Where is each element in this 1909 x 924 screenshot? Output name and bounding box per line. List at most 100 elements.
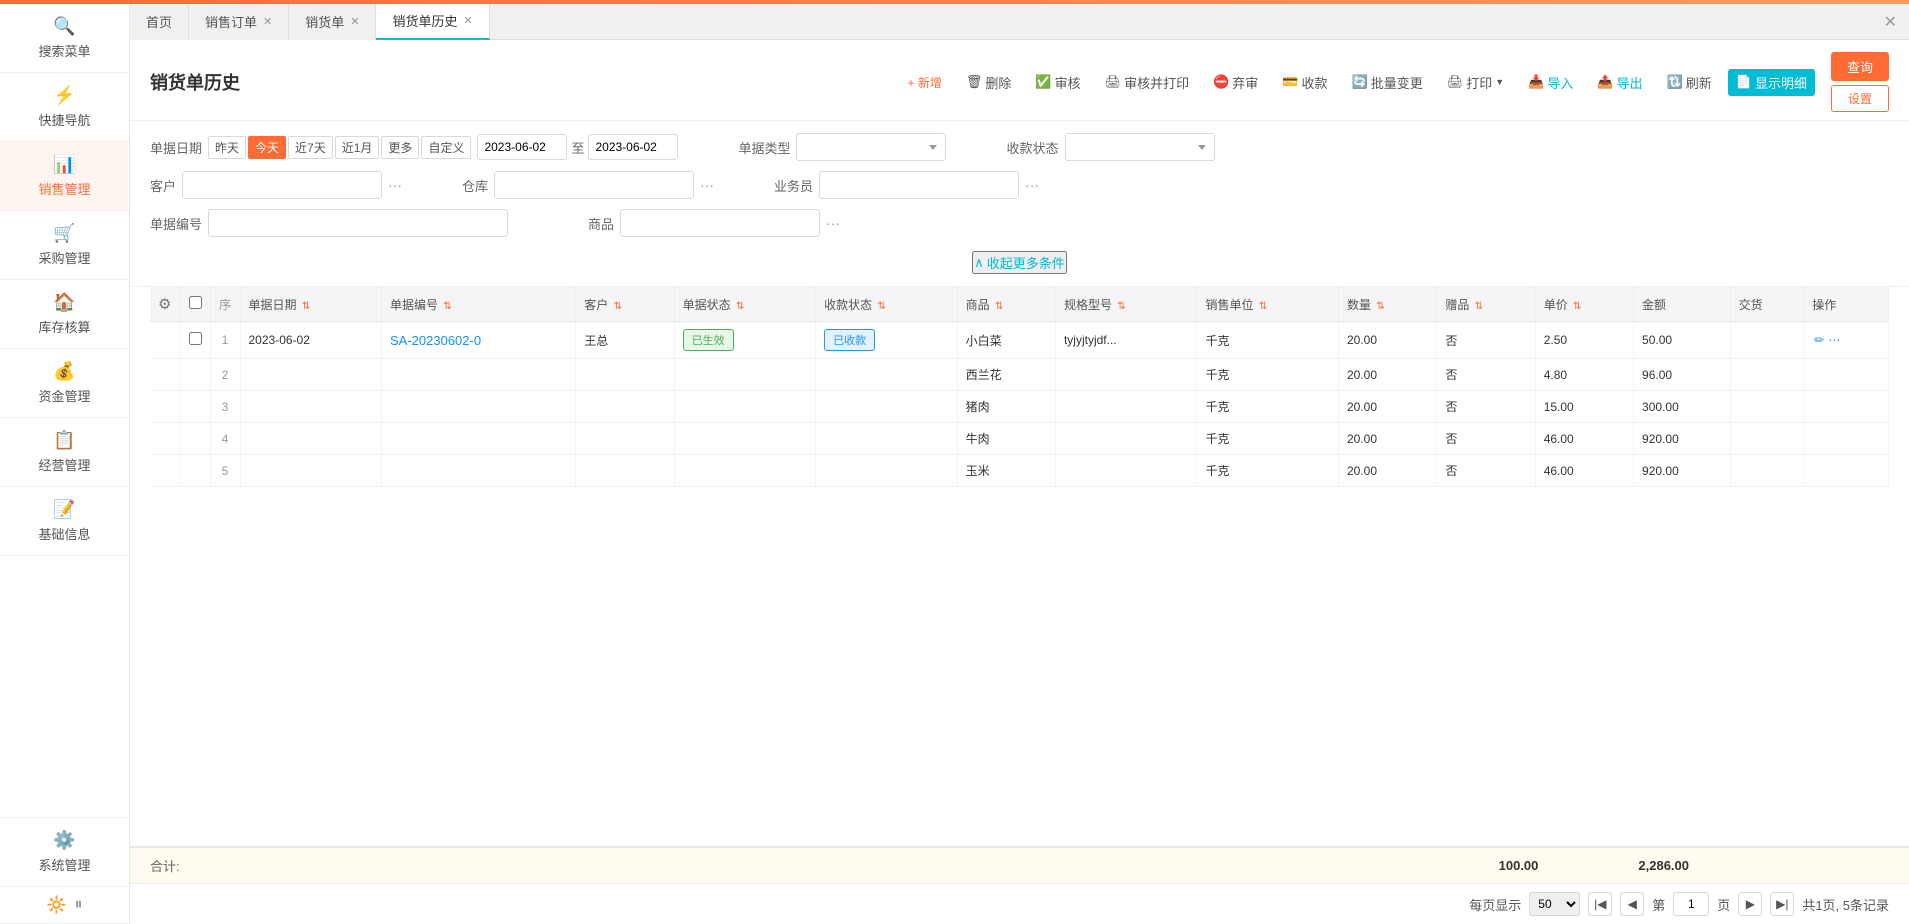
date-yesterday[interactable]: 昨天 xyxy=(208,136,246,159)
audit-print-button[interactable]: 🖨 审核并打印 xyxy=(1097,69,1198,96)
row-doc-no-4[interactable] xyxy=(382,455,576,487)
refresh-button[interactable]: 🔃 刷新 xyxy=(1659,69,1720,96)
abandon-button[interactable]: ⛔ 弃审 xyxy=(1205,69,1266,96)
col-doc-no[interactable]: 单据编号 ⇅ xyxy=(382,287,576,322)
row-doc-no-2[interactable] xyxy=(382,391,576,423)
row-action-0[interactable]: ✏⋯ xyxy=(1804,322,1889,359)
audit-button[interactable]: ✅ 审核 xyxy=(1027,69,1088,96)
row-checkbox-4[interactable] xyxy=(180,455,210,487)
sidebar-item-sales[interactable]: 📊 销售管理 xyxy=(0,142,129,211)
row-checkbox-0[interactable] xyxy=(180,322,210,359)
add-button[interactable]: + 新增 xyxy=(900,70,950,95)
date-to-input[interactable] xyxy=(588,134,678,160)
goods-more-btn[interactable]: ··· xyxy=(826,215,840,231)
tab-sales-delivery[interactable]: 销货单 ✕ xyxy=(289,4,376,40)
row-doc-no-0[interactable]: SA-20230602-0 xyxy=(382,322,576,359)
date-today[interactable]: 今天 xyxy=(248,136,286,159)
sidebar-settings-icon[interactable]: 🔆 xyxy=(47,895,67,915)
export-button[interactable]: 📤 导出 xyxy=(1589,69,1650,96)
date-from-input[interactable] xyxy=(477,134,567,160)
audit-print-icon: 🖨 xyxy=(1105,74,1122,90)
row-checkbox-2[interactable] xyxy=(180,391,210,423)
sidebar-item-basic[interactable]: 📝 基础信息 xyxy=(0,487,129,556)
delete-button[interactable]: 🗑 删除 xyxy=(958,69,1020,96)
goods-input[interactable] xyxy=(620,209,820,237)
close-all-tabs[interactable]: ✕ xyxy=(1872,12,1909,32)
row-unit-price-1: 4.80 xyxy=(1535,359,1633,391)
sidebar-item-search[interactable]: 🔍 搜索菜单 xyxy=(0,4,129,73)
customer-input[interactable] xyxy=(182,171,382,199)
customer-more-btn[interactable]: ··· xyxy=(388,177,402,193)
sidebar-item-inventory[interactable]: 🏠 库存核算 xyxy=(0,280,129,349)
tab-sales-delivery-close[interactable]: ✕ xyxy=(350,15,359,28)
warehouse-input[interactable] xyxy=(494,171,694,199)
row-spec-0: tyjyjtyjdf... xyxy=(1055,322,1197,359)
col-unit-price[interactable]: 单价 ⇅ xyxy=(1535,287,1633,322)
sidebar-item-purchase[interactable]: 🛒 采购管理 xyxy=(0,211,129,280)
row-doc-no-3[interactable] xyxy=(382,423,576,455)
row-doc-no-1[interactable] xyxy=(382,359,576,391)
first-page-btn[interactable]: |◀ xyxy=(1588,892,1612,916)
more-btn-0[interactable]: ⋯ xyxy=(1826,333,1842,347)
sidebar-toggle-icon[interactable]: ⏸ xyxy=(74,896,82,914)
sidebar-item-quicknav[interactable]: ⚡ 快捷导航 xyxy=(0,73,129,142)
col-pay-status[interactable]: 收款状态 ⇅ xyxy=(816,287,958,322)
page-size-select[interactable]: 50 100 200 xyxy=(1529,892,1580,916)
row-checkbox-3[interactable] xyxy=(180,423,210,455)
settings-button[interactable]: 设置 xyxy=(1831,85,1889,112)
select-all-checkbox[interactable] xyxy=(189,296,202,309)
batch-change-button[interactable]: 🔄 批量变更 xyxy=(1344,69,1431,96)
date-1month[interactable]: 近1月 xyxy=(335,136,380,159)
show-detail-icon: 📄 xyxy=(1736,74,1752,90)
import-button[interactable]: 📥 导入 xyxy=(1520,69,1581,96)
row-action-3[interactable] xyxy=(1804,423,1889,455)
prev-page-btn[interactable]: ◀ xyxy=(1620,892,1644,916)
tab-home[interactable]: 首页 xyxy=(130,4,189,40)
tab-sales-order-close[interactable]: ✕ xyxy=(263,15,272,28)
col-date[interactable]: 单据日期 ⇅ xyxy=(240,287,382,322)
doc-type-filter: 单据类型 xyxy=(738,133,946,161)
print-button[interactable]: 🖨 打印 ▼ xyxy=(1439,69,1512,96)
row-action-2[interactable] xyxy=(1804,391,1889,423)
collapse-button[interactable]: ∧ 收起更多条件 xyxy=(972,251,1067,274)
page-number-input[interactable] xyxy=(1673,892,1709,916)
sidebar-item-ops[interactable]: 📋 经营管理 xyxy=(0,418,129,487)
col-doc-status[interactable]: 单据状态 ⇅ xyxy=(674,287,816,322)
filter-row-1: 单据日期 昨天 今天 近7天 近1月 更多 自定义 至 xyxy=(150,133,1889,161)
doc-type-select[interactable] xyxy=(796,133,946,161)
row-checkbox-1[interactable] xyxy=(180,359,210,391)
next-page-btn[interactable]: ▶ xyxy=(1738,892,1762,916)
date-custom[interactable]: 自定义 xyxy=(421,136,471,159)
query-button[interactable]: 查询 xyxy=(1831,52,1889,81)
row-0-checkbox[interactable] xyxy=(189,332,202,345)
collect-button[interactable]: 💳 收款 xyxy=(1274,69,1335,96)
date-more[interactable]: 更多 xyxy=(381,136,419,159)
col-settings[interactable]: ⚙ xyxy=(150,287,180,322)
col-qty[interactable]: 数量 ⇅ xyxy=(1338,287,1436,322)
row-settings-2 xyxy=(150,391,180,423)
last-page-btn[interactable]: ▶| xyxy=(1770,892,1794,916)
col-customer[interactable]: 客户 ⇅ xyxy=(576,287,674,322)
col-spec[interactable]: 规格型号 ⇅ xyxy=(1055,287,1197,322)
col-goods[interactable]: 商品 ⇅ xyxy=(957,287,1055,322)
date-7days[interactable]: 近7天 xyxy=(288,136,333,159)
sidebar-item-system[interactable]: ⚙️ 系统管理 xyxy=(0,817,129,887)
col-unit[interactable]: 销售单位 ⇅ xyxy=(1197,287,1339,322)
warehouse-more-btn[interactable]: ··· xyxy=(700,177,714,193)
date-range-buttons: 昨天 今天 近7天 近1月 更多 自定义 xyxy=(208,136,471,159)
row-action-1[interactable] xyxy=(1804,359,1889,391)
tab-sales-history-close[interactable]: ✕ xyxy=(464,14,473,27)
doc-no-link-0[interactable]: SA-20230602-0 xyxy=(390,333,481,348)
doc-number-input[interactable] xyxy=(208,209,508,237)
sidebar-item-finance[interactable]: 💰 资金管理 xyxy=(0,349,129,418)
tab-sales-order[interactable]: 销售订单 ✕ xyxy=(189,4,289,40)
salesperson-input[interactable] xyxy=(819,171,1019,199)
edit-btn-0[interactable]: ✏ xyxy=(1812,333,1826,347)
col-gift[interactable]: 赠品 ⇅ xyxy=(1437,287,1535,322)
payment-status-select[interactable] xyxy=(1065,133,1215,161)
salesperson-more-btn[interactable]: ··· xyxy=(1025,177,1039,193)
tab-sales-history[interactable]: 销货单历史 ✕ xyxy=(376,4,489,40)
col-checkbox[interactable] xyxy=(180,287,210,322)
row-action-4[interactable] xyxy=(1804,455,1889,487)
show-detail-button[interactable]: 📄 显示明细 xyxy=(1728,69,1815,96)
